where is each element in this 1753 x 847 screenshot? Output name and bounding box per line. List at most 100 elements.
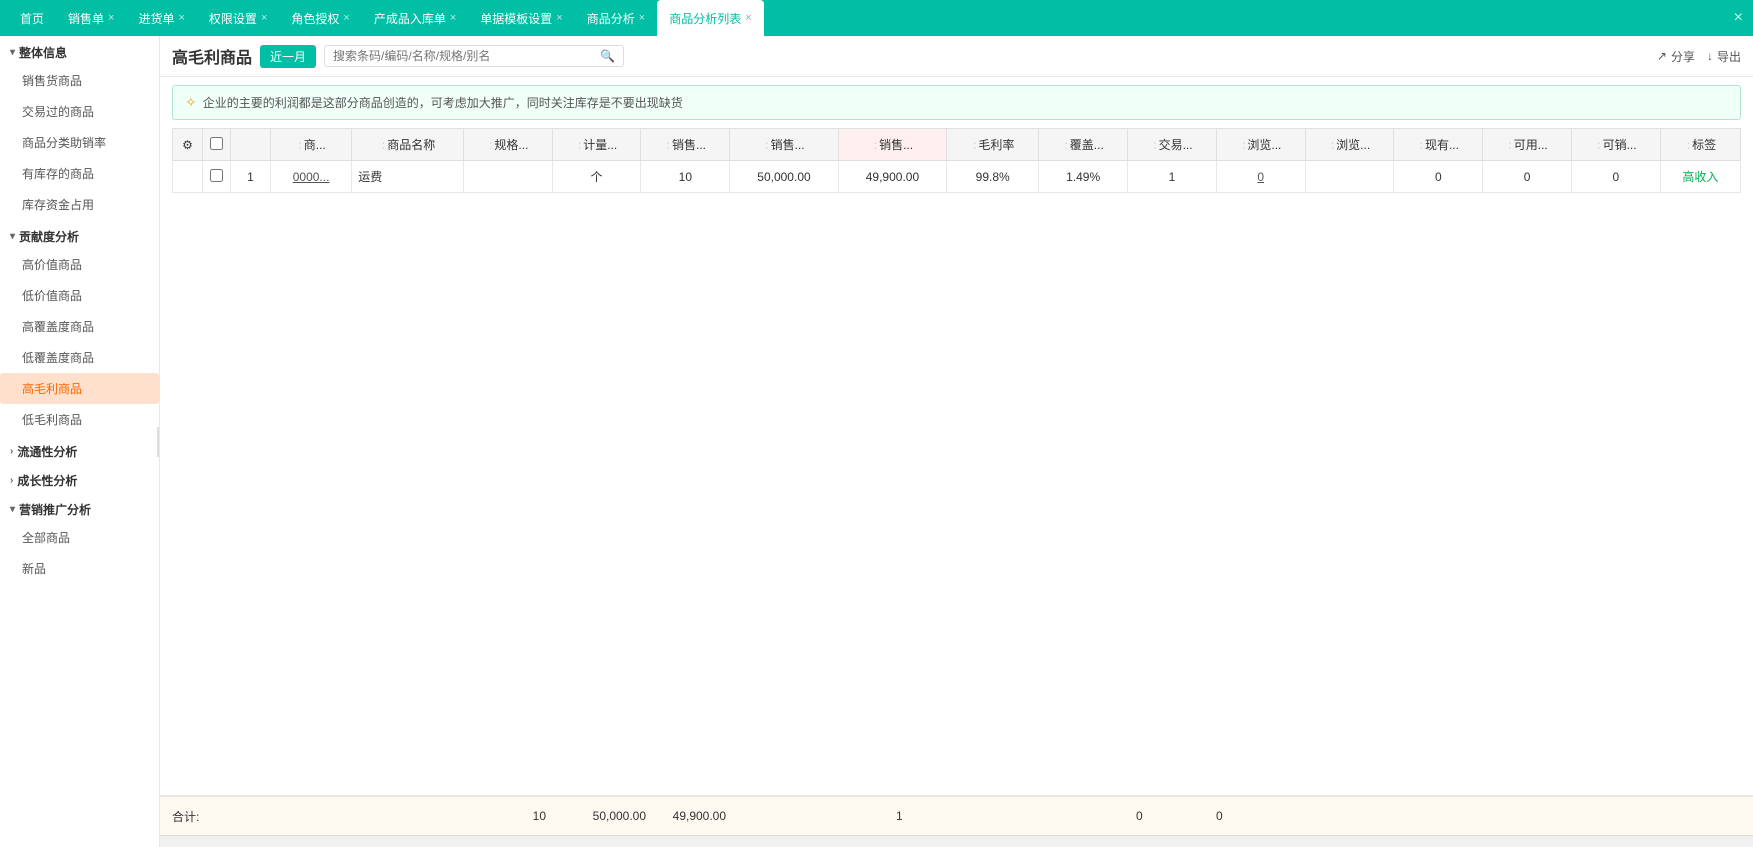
info-icon: ✧ xyxy=(185,94,197,111)
bottom-scrollbar[interactable] xyxy=(160,835,1753,847)
cell-gross-rate: 99.8% xyxy=(947,161,1039,193)
nav-item-inbound[interactable]: 产成品入库单 × xyxy=(362,0,468,36)
nav-close-analysis[interactable]: × xyxy=(639,12,645,24)
check-all-checkbox[interactable] xyxy=(210,137,223,150)
search-input[interactable] xyxy=(333,49,600,63)
export-icon: ↓ xyxy=(1707,49,1713,63)
nav-item-analysis[interactable]: 商品分析 × xyxy=(575,0,657,36)
nav-close-analysis-list[interactable]: × xyxy=(745,12,751,24)
cell-tag: 高收入 xyxy=(1660,161,1740,193)
nav-close-template[interactable]: × xyxy=(556,12,562,24)
col-header-settings[interactable]: ⚙ xyxy=(173,129,203,161)
sidebar-item-new-goods[interactable]: 新品 xyxy=(0,553,159,584)
arrow-icon-growth: › xyxy=(10,475,13,486)
footer-spacer3 xyxy=(939,809,1099,823)
data-table: ⚙ :商... :商品名称 xyxy=(172,128,1741,193)
search-box: 🔍 xyxy=(324,45,624,67)
sidebar-item-high-coverage[interactable]: 高覆盖度商品 xyxy=(0,311,159,342)
nav-close-permission[interactable]: × xyxy=(261,12,267,24)
cell-unit: 个 xyxy=(552,161,641,193)
sidebar-item-in-stock[interactable]: 有库存的商品 xyxy=(0,158,159,189)
footer-sales-amount: 50,000.00 xyxy=(579,809,659,823)
nav-close-inbound[interactable]: × xyxy=(450,12,456,24)
share-button[interactable]: ↗ 分享 xyxy=(1657,48,1695,65)
table-container[interactable]: ⚙ :商... :商品名称 xyxy=(160,128,1753,795)
cell-sales-amount: 50,000.00 xyxy=(730,161,838,193)
cell-browse1[interactable]: 0 xyxy=(1216,161,1305,193)
footer-spacer2 xyxy=(739,809,859,823)
cell-num: 1 xyxy=(231,161,271,193)
nav-item-permission[interactable]: 权限设置 × xyxy=(197,0,279,36)
cell-check[interactable] xyxy=(203,161,231,193)
sidebar-item-traded-goods[interactable]: 交易过的商品 xyxy=(0,96,159,127)
cell-sales-qty: 10 xyxy=(641,161,730,193)
nav-close-role[interactable]: × xyxy=(343,12,349,24)
sidebar-group-liquidity[interactable]: › 流通性分析 xyxy=(0,435,159,464)
nav-close-purchase[interactable]: × xyxy=(178,12,184,24)
sidebar-item-sales-goods[interactable]: 销售货商品 xyxy=(0,65,159,96)
col-header-trade[interactable]: :交易... xyxy=(1128,129,1217,161)
time-filter-button[interactable]: 近一月 xyxy=(260,45,316,68)
sidebar-group-contribution[interactable]: ▾ 贡献度分析 xyxy=(0,220,159,249)
col-header-name[interactable]: :商品名称 xyxy=(352,129,464,161)
col-header-sales-amount[interactable]: :销售... xyxy=(730,129,838,161)
col-header-tag[interactable]: :标签 xyxy=(1660,129,1740,161)
table-header-row: ⚙ :商... :商品名称 xyxy=(173,129,1741,161)
nav-item-sales[interactable]: 销售单 × xyxy=(56,0,126,36)
col-header-sales-profit[interactable]: :销售... xyxy=(838,129,946,161)
cell-trade: 1 xyxy=(1128,161,1217,193)
footer-cells: 10 50,000.00 49,900.00 1 0 0 xyxy=(219,809,1741,823)
sidebar-item-all-goods[interactable]: 全部商品 xyxy=(0,522,159,553)
col-header-browse2[interactable]: :浏览... xyxy=(1305,129,1394,161)
col-header-gross-rate[interactable]: :毛利率 xyxy=(947,129,1039,161)
nav-item-home[interactable]: 首页 xyxy=(8,0,56,36)
nav-item-template[interactable]: 单据模板设置 × xyxy=(468,0,574,36)
app-root: 首页 销售单 × 进货单 × 权限设置 × 角色授权 × 产成品入库单 × 单据… xyxy=(0,0,1753,847)
nav-item-analysis-list[interactable]: 商品分析列表 × xyxy=(657,0,763,36)
sidebar-group-marketing[interactable]: ▾ 营销推广分析 xyxy=(0,493,159,522)
close-app-button[interactable]: × xyxy=(1734,9,1743,27)
col-header-coverage[interactable]: :覆盖... xyxy=(1039,129,1128,161)
col-header-unit[interactable]: :计量... xyxy=(552,129,641,161)
sidebar-group-growth[interactable]: › 成长性分析 xyxy=(0,464,159,493)
info-banner: ✧ 企业的主要的利润都是这部分商品创造的，可考虑加大推广，同时关注库存是不要出现… xyxy=(172,85,1741,120)
sidebar-item-category-rate[interactable]: 商品分类助销率 xyxy=(0,127,159,158)
col-header-sales-qty[interactable]: :销售... xyxy=(641,129,730,161)
col-header-code[interactable]: :商... xyxy=(271,129,352,161)
row-checkbox[interactable] xyxy=(210,169,223,182)
col-header-check[interactable] xyxy=(203,129,231,161)
col-header-browse1[interactable]: :浏览... xyxy=(1216,129,1305,161)
arrow-icon-marketing: ▾ xyxy=(10,504,15,515)
cell-available: 0 xyxy=(1483,161,1572,193)
cell-settings xyxy=(173,161,203,193)
sidebar: « ▾ 整体信息 销售货商品 交易过的商品 商品分类助销率 有库存的商品 库存资… xyxy=(0,36,160,847)
cell-sellable: 0 xyxy=(1572,161,1661,193)
sidebar-item-low-value[interactable]: 低价值商品 xyxy=(0,280,159,311)
sidebar-item-stock-capital[interactable]: 库存资金占用 xyxy=(0,189,159,220)
arrow-icon-contribution: ▾ xyxy=(10,231,15,242)
table-row: 1 0000... 运费 个 10 50,000.00 49,900.00 99… xyxy=(173,161,1741,193)
nav-item-purchase[interactable]: 进货单 × xyxy=(126,0,196,36)
col-header-sellable[interactable]: :可销... xyxy=(1572,129,1661,161)
footer-label: 合计: xyxy=(172,808,199,825)
sidebar-item-low-margin[interactable]: 低毛利商品 xyxy=(0,404,159,435)
content-area: 高毛利商品 近一月 🔍 ↗ 分享 ↓ 导出 xyxy=(160,36,1753,847)
cell-code[interactable]: 0000... xyxy=(271,161,352,193)
sidebar-item-low-coverage[interactable]: 低覆盖度商品 xyxy=(0,342,159,373)
sidebar-group-overview[interactable]: ▾ 整体信息 xyxy=(0,36,159,65)
sidebar-collapse-button[interactable]: « xyxy=(157,427,160,457)
sidebar-item-high-margin[interactable]: 高毛利商品 xyxy=(0,373,159,404)
col-header-current-stock[interactable]: :现有... xyxy=(1394,129,1483,161)
footer-available: 0 xyxy=(1179,809,1259,823)
footer-sales-profit: 49,900.00 xyxy=(659,809,739,823)
cell-sales-profit: 49,900.00 xyxy=(838,161,946,193)
search-icon[interactable]: 🔍 xyxy=(600,49,615,63)
cell-name[interactable]: 运费 xyxy=(352,161,464,193)
header-actions: ↗ 分享 ↓ 导出 xyxy=(1657,48,1741,65)
nav-close-sales[interactable]: × xyxy=(108,12,114,24)
sidebar-item-high-value[interactable]: 高价值商品 xyxy=(0,249,159,280)
nav-item-role[interactable]: 角色授权 × xyxy=(279,0,361,36)
col-header-available[interactable]: :可用... xyxy=(1483,129,1572,161)
export-button[interactable]: ↓ 导出 xyxy=(1707,48,1741,65)
col-header-spec[interactable]: :规格... xyxy=(463,129,552,161)
